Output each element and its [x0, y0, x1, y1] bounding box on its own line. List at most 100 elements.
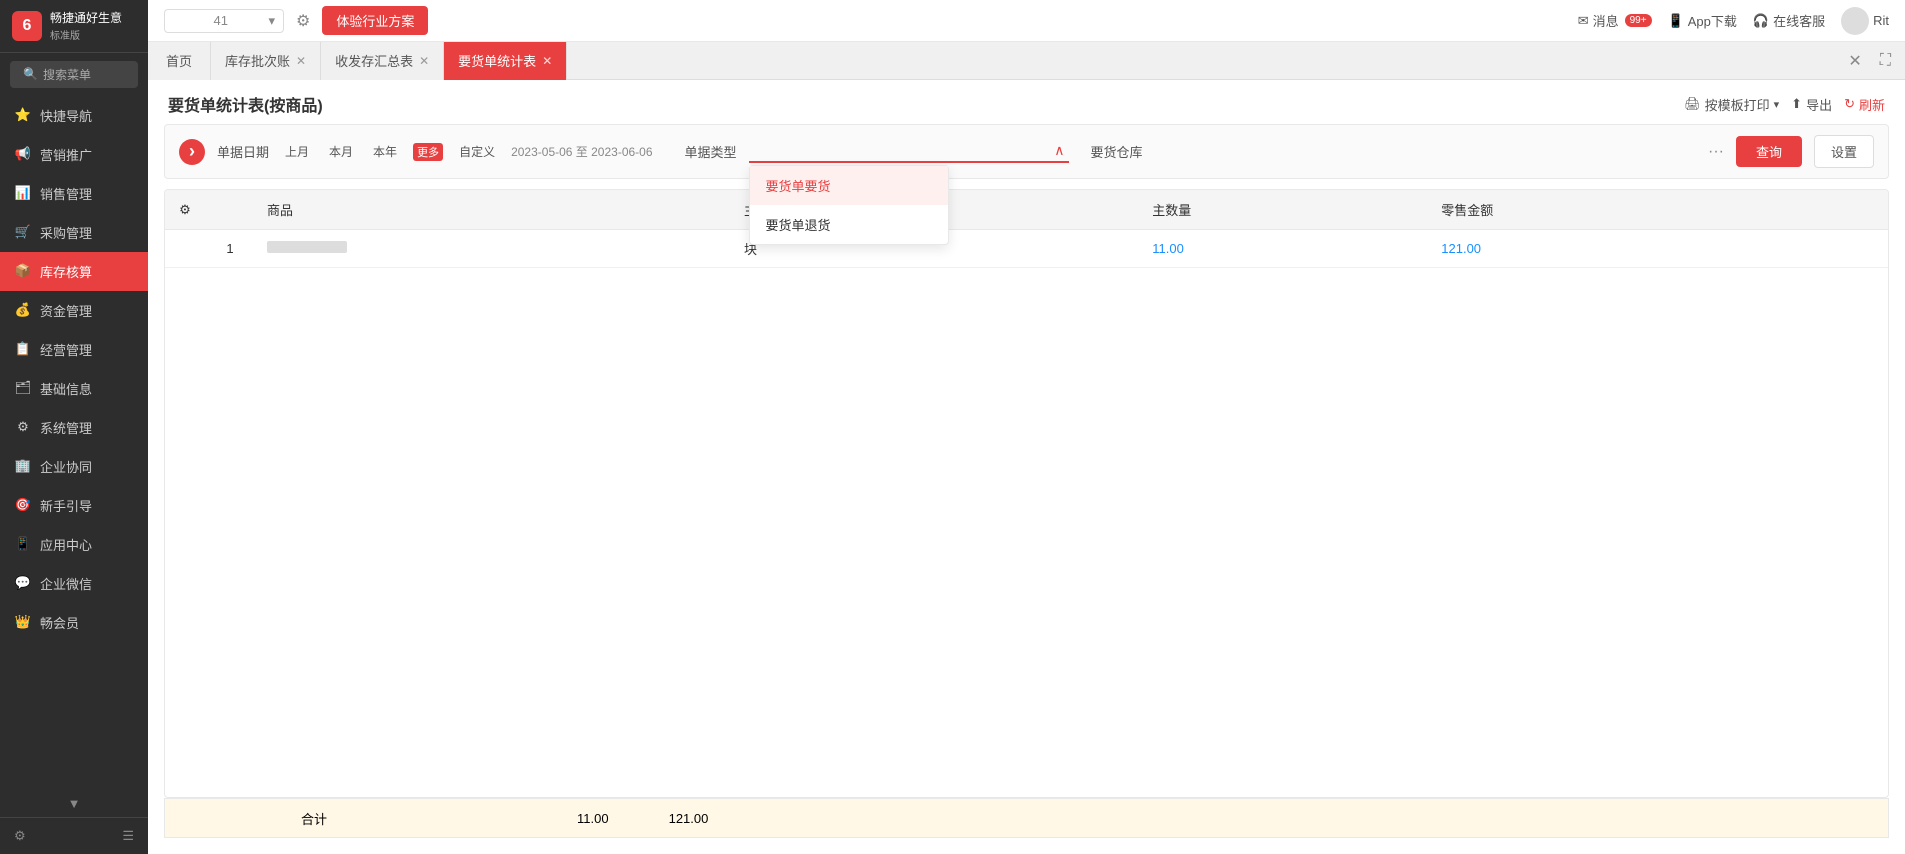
column-settings-icon[interactable]: ⚙ [179, 202, 191, 217]
app-download-item[interactable]: 📱 App下载 [1668, 11, 1737, 30]
store-selector[interactable]: 41 ▾ [164, 9, 284, 33]
print-template-btn[interactable]: 🖨 按模板打印 ▾ [1684, 95, 1779, 114]
refresh-label: 刷新 [1859, 95, 1885, 114]
inventory-icon: 📦 [14, 262, 32, 280]
settings-icon[interactable]: ⚙ [14, 828, 26, 844]
more-filters-btn[interactable]: ··· [1708, 143, 1724, 161]
data-table: ⚙ 商品 主计量单位 主数量 零售金额 [165, 190, 1888, 268]
query-button[interactable]: 查询 [1736, 136, 1802, 167]
export-btn[interactable]: ⬆ 导出 [1791, 95, 1832, 114]
dropdown-item-order[interactable]: 要货单要货 [750, 166, 948, 205]
expand-tabs-icon[interactable]: ⛶ [1874, 50, 1897, 72]
refresh-btn[interactable]: ↻ 刷新 [1844, 95, 1885, 114]
type-filter-arrow[interactable]: ∧ [1054, 142, 1064, 159]
set-button[interactable]: 设置 [1814, 135, 1874, 168]
custom-date-btn[interactable]: 自定义 [455, 141, 499, 162]
type-filter-label: 单据类型 [685, 142, 737, 161]
sidebar-item-member[interactable]: 👑 畅会员 [0, 603, 148, 642]
sidebar-nav: ⭐ 快捷导航 📢 营销推广 📊 销售管理 🛒 采购管理 📦 库存核算 💰 资金管… [0, 96, 148, 790]
sidebar-item-system[interactable]: ⚙ 系统管理 [0, 408, 148, 447]
message-icon: ✉ [1578, 13, 1589, 29]
col-quantity: 主数量 [1140, 190, 1429, 230]
member-icon: 👑 [14, 613, 32, 631]
app-name: 畅捷通好生意 [50, 10, 122, 27]
online-service-item[interactable]: 🎧 在线客服 [1753, 11, 1825, 30]
service-icon: 🎧 [1753, 13, 1769, 29]
type-filter-input[interactable] [753, 143, 1055, 158]
current-year-btn[interactable]: 本年 [369, 141, 401, 162]
tab-home[interactable]: 首页 [148, 42, 211, 80]
trial-button[interactable]: 体验行业方案 [322, 6, 428, 35]
sidebar-item-marketing[interactable]: 📢 营销推广 [0, 135, 148, 174]
sidebar-item-label: 基础信息 [40, 379, 92, 398]
warehouse-filter-label: 要货仓库 [1091, 142, 1143, 161]
cell-amount: 121.00 [1429, 230, 1778, 268]
sidebar-item-purchase[interactable]: 🛒 采购管理 [0, 213, 148, 252]
sidebar-item-shortcut[interactable]: ⭐ 快捷导航 [0, 96, 148, 135]
finance-icon: 💰 [14, 301, 32, 319]
print-icon: 🖨 [1684, 96, 1701, 112]
warehouse-input[interactable] [1155, 144, 1696, 159]
type-filter-select[interactable]: ∧ 要货单要货 要货单退货 [749, 140, 1069, 163]
tab-receive-summary[interactable]: 收发存汇总表 ✕ [321, 42, 444, 80]
basic-icon: 🗂 [14, 379, 32, 397]
marketing-icon: 📢 [14, 145, 32, 163]
more-date-badge[interactable]: 更多 [413, 143, 443, 161]
sidebar-item-finance[interactable]: 💰 资金管理 [0, 291, 148, 330]
store-name: 41 [214, 13, 228, 28]
sidebar-item-basic[interactable]: 🗂 基础信息 [0, 369, 148, 408]
sidebar-item-sales[interactable]: 📊 销售管理 [0, 174, 148, 213]
prev-month-btn[interactable]: 上月 [281, 141, 313, 162]
guide-icon: 🎯 [14, 496, 32, 514]
system-icon: ⚙ [14, 418, 32, 436]
col-index [205, 190, 255, 230]
sidebar-item-label: 系统管理 [40, 418, 92, 437]
col-product: 商品 [255, 190, 732, 230]
messages-badge: 99+ [1625, 14, 1652, 27]
expand-icon: › [189, 141, 195, 162]
logo-icon: 6 [12, 11, 42, 41]
search-icon: 🔍 [23, 67, 38, 81]
main-content: 41 ▾ ⚙ 体验行业方案 ✉ 消息 99+ 📱 App下载 🎧 在线客服 R [148, 0, 1905, 854]
sidebar-search[interactable]: 🔍 搜索菜单 [10, 61, 138, 88]
appstore-icon: 📱 [14, 535, 32, 553]
topbar-settings-icon[interactable]: ⚙ [296, 11, 310, 31]
sidebar-item-guide[interactable]: 🎯 新手引导 [0, 486, 148, 525]
sidebar-item-wechat[interactable]: 💬 企业微信 [0, 564, 148, 603]
operation-icon: 📋 [14, 340, 32, 358]
tab-inventory-batch-close[interactable]: ✕ [296, 55, 306, 67]
cell-extra [1778, 230, 1888, 268]
tab-receive-summary-close[interactable]: ✕ [419, 55, 429, 67]
app-download-label: App下载 [1688, 11, 1737, 30]
sidebar-item-label: 企业协同 [40, 457, 92, 476]
current-month-btn[interactable]: 本月 [325, 141, 357, 162]
sidebar-item-enterprise[interactable]: 🏢 企业协同 [0, 447, 148, 486]
expand-filter-btn[interactable]: › [179, 139, 205, 165]
sidebar: 6 畅捷通好生意 标准版 🔍 搜索菜单 ⭐ 快捷导航 📢 营销推广 📊 销售管理… [0, 0, 148, 854]
user-avatar-item[interactable]: Rit [1841, 7, 1889, 35]
sidebar-scroll-down[interactable]: ▼ [0, 790, 148, 817]
dropdown-item-return[interactable]: 要货单退货 [750, 205, 948, 244]
col-settings[interactable]: ⚙ [165, 190, 205, 230]
tab-receive-summary-label: 收发存汇总表 [335, 51, 413, 70]
wechat-icon: 💬 [14, 574, 32, 592]
date-range-display: 2023-05-06 至 2023-06-06 [511, 143, 652, 160]
tab-order-stats[interactable]: 要货单统计表 ✕ [444, 42, 567, 80]
data-table-container: ⚙ 商品 主计量单位 主数量 零售金额 [164, 189, 1889, 798]
sidebar-item-label: 资金管理 [40, 301, 92, 320]
sidebar-item-appstore[interactable]: 📱 应用中心 [0, 525, 148, 564]
app-version: 标准版 [50, 27, 122, 42]
sidebar-item-operation[interactable]: 📋 经营管理 [0, 330, 148, 369]
sidebar-item-inventory[interactable]: 📦 库存核算 [0, 252, 148, 291]
total-amount: 121.00 [609, 811, 709, 826]
type-dropdown-menu: 要货单要货 要货单退货 [749, 165, 949, 245]
collapse-menu-icon[interactable]: ☰ [122, 828, 134, 844]
print-arrow: ▾ [1774, 98, 1780, 111]
cell-quantity: 11.00 [1140, 230, 1429, 268]
tab-order-stats-close[interactable]: ✕ [542, 55, 552, 67]
messages-item[interactable]: ✉ 消息 99+ [1578, 11, 1652, 30]
warehouse-filter[interactable] [1155, 144, 1696, 159]
close-all-tabs-icon[interactable]: ✕ [1842, 49, 1867, 73]
tab-inventory-batch[interactable]: 库存批次账 ✕ [211, 42, 321, 80]
sidebar-item-label: 新手引导 [40, 496, 92, 515]
